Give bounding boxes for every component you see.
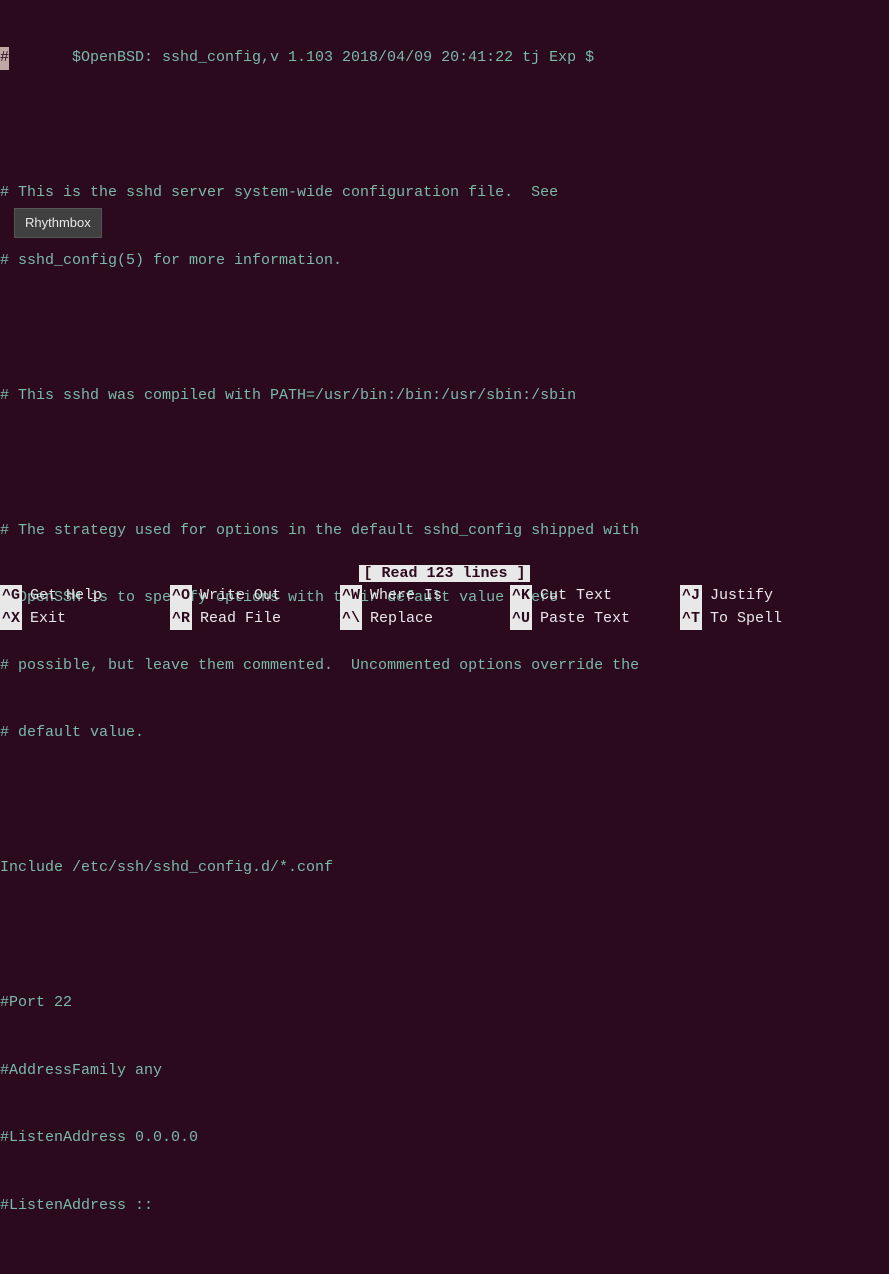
key-combo: ^W xyxy=(340,585,362,608)
editor-line: # default value. xyxy=(0,722,889,745)
help-where-is[interactable]: ^W Where Is xyxy=(340,585,510,608)
editor-line: $OpenBSD: sshd_config,v 1.103 2018/04/09… xyxy=(9,49,594,66)
help-to-spell[interactable]: ^T To Spell xyxy=(680,608,850,631)
key-combo: ^J xyxy=(680,585,702,608)
help-label: Paste Text xyxy=(540,608,630,631)
help-get-help[interactable]: ^G Get Help xyxy=(0,585,170,608)
tooltip: Rhythmbox xyxy=(14,208,102,238)
editor-line: # sshd_config(5) for more information. xyxy=(0,250,889,273)
help-label: Get Help xyxy=(30,585,102,608)
key-combo: ^O xyxy=(170,585,192,608)
key-combo: ^U xyxy=(510,608,532,631)
tooltip-text: Rhythmbox xyxy=(25,215,91,230)
editor-content[interactable]: # $OpenBSD: sshd_config,v 1.103 2018/04/… xyxy=(0,0,889,1274)
editor-line: Include /etc/ssh/sshd_config.d/*.conf xyxy=(0,857,889,880)
key-combo: ^R xyxy=(170,608,192,631)
help-row-2: ^X Exit ^R Read File ^\ Replace ^U Paste… xyxy=(0,608,889,631)
cursor: # xyxy=(0,47,9,70)
editor-line xyxy=(0,317,889,340)
help-label: Write Out xyxy=(200,585,281,608)
editor-line xyxy=(0,925,889,948)
editor-line: #ListenAddress :: xyxy=(0,1195,889,1218)
help-replace[interactable]: ^\ Replace xyxy=(340,608,510,631)
help-label: Exit xyxy=(30,608,66,631)
help-label: Read File xyxy=(200,608,281,631)
key-combo: ^X xyxy=(0,608,22,631)
help-cut-text[interactable]: ^K Cut Text xyxy=(510,585,680,608)
help-label: Justify xyxy=(710,585,773,608)
key-combo: ^G xyxy=(0,585,22,608)
key-combo: ^K xyxy=(510,585,532,608)
help-exit[interactable]: ^X Exit xyxy=(0,608,170,631)
help-write-out[interactable]: ^O Write Out xyxy=(170,585,340,608)
help-label: Replace xyxy=(370,608,433,631)
help-bar: ^G Get Help ^O Write Out ^W Where Is ^K … xyxy=(0,585,889,630)
editor-line: # possible, but leave them commented. Un… xyxy=(0,655,889,678)
editor-line: #AddressFamily any xyxy=(0,1060,889,1083)
help-read-file[interactable]: ^R Read File xyxy=(170,608,340,631)
key-combo: ^\ xyxy=(340,608,362,631)
editor-line: # This is the sshd server system-wide co… xyxy=(0,182,889,205)
editor-line xyxy=(0,452,889,475)
status-bar: [ Read 123 lines ] xyxy=(0,563,889,586)
editor-line xyxy=(0,790,889,813)
editor-line xyxy=(0,1262,889,1274)
status-message: [ Read 123 lines ] xyxy=(359,565,529,582)
help-label: Cut Text xyxy=(540,585,612,608)
editor-line xyxy=(0,115,889,138)
editor-line: #ListenAddress 0.0.0.0 xyxy=(0,1127,889,1150)
help-row-1: ^G Get Help ^O Write Out ^W Where Is ^K … xyxy=(0,585,889,608)
editor-line: #Port 22 xyxy=(0,992,889,1015)
key-combo: ^T xyxy=(680,608,702,631)
editor-line: # The strategy used for options in the d… xyxy=(0,520,889,543)
help-label: To Spell xyxy=(710,608,782,631)
help-paste-text[interactable]: ^U Paste Text xyxy=(510,608,680,631)
editor-line: # This sshd was compiled with PATH=/usr/… xyxy=(0,385,889,408)
help-label: Where Is xyxy=(370,585,442,608)
help-justify[interactable]: ^J Justify xyxy=(680,585,850,608)
